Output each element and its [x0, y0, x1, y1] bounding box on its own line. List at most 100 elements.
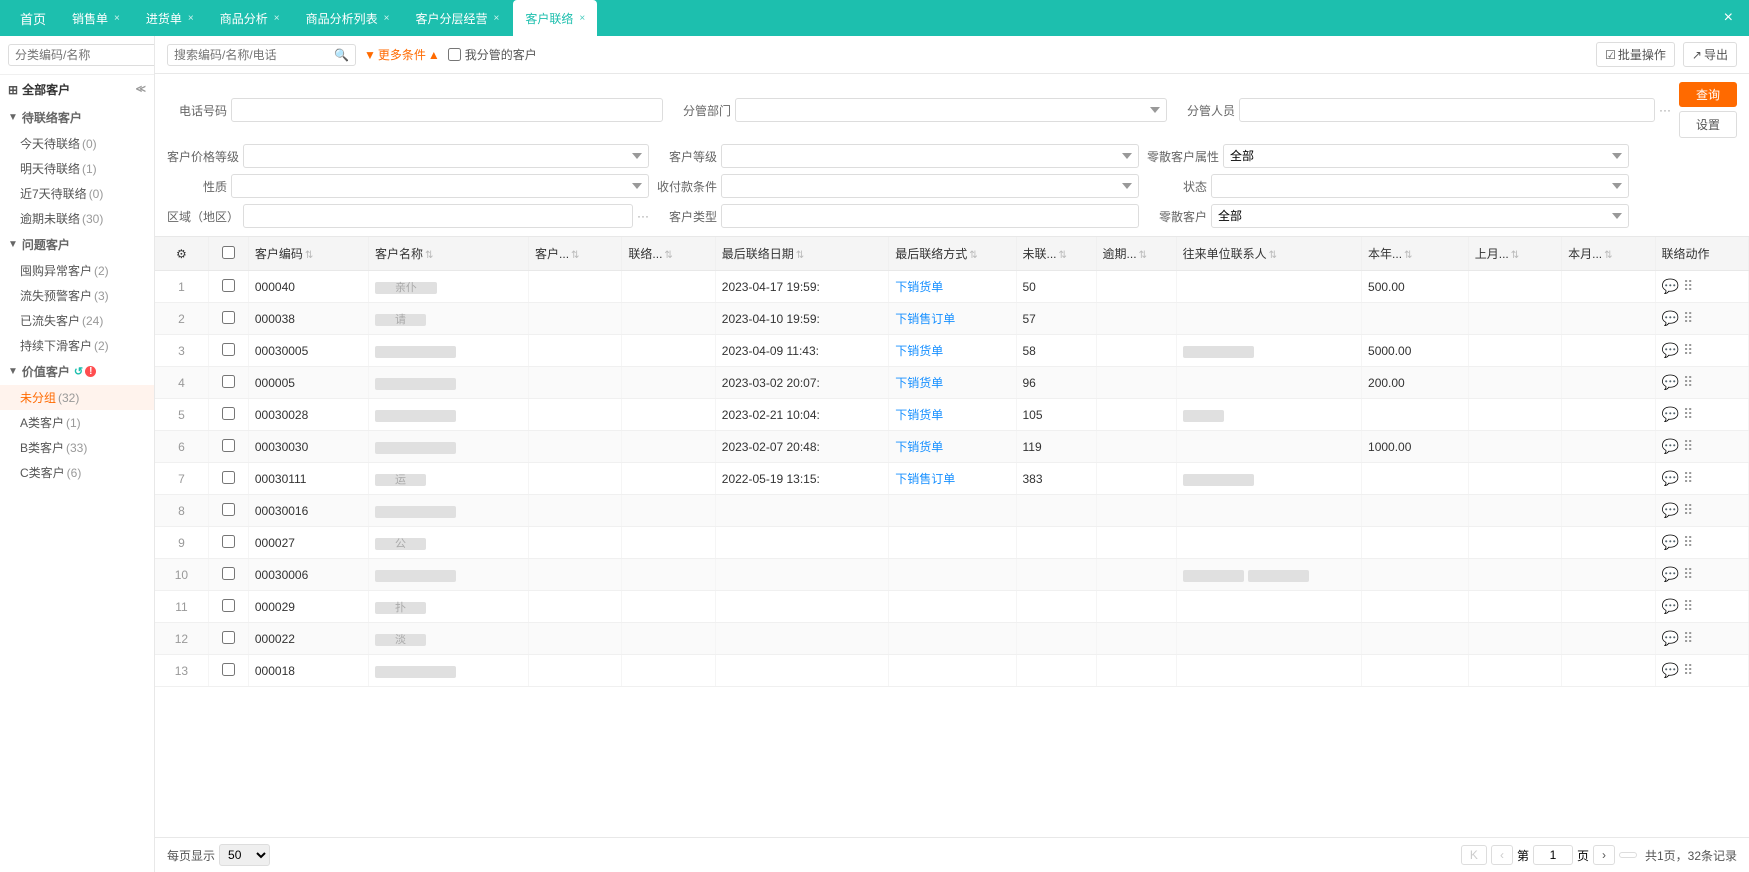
more-action-icon[interactable]: ⠿	[1683, 630, 1693, 647]
cell-lastway[interactable]	[889, 655, 1016, 687]
close-sales-tab[interactable]: ×	[114, 13, 120, 24]
sidebar-item-7days[interactable]: 近7天待联络 (0)	[0, 181, 154, 206]
th-settings[interactable]: ⚙	[155, 237, 208, 271]
refresh-icon[interactable]: ↺	[74, 365, 83, 378]
row-checkbox[interactable]	[222, 311, 235, 324]
close-customer-layer-tab[interactable]: ×	[493, 13, 499, 24]
sidebar-item-c[interactable]: C类客户 (6)	[0, 460, 154, 485]
page-number-input[interactable]	[1533, 845, 1573, 865]
next-page-btn[interactable]: ›	[1593, 845, 1615, 865]
chat-action-icon[interactable]: 💬	[1662, 566, 1679, 583]
cell-check[interactable]	[208, 303, 248, 335]
prev-page-btn[interactable]: ‹	[1491, 845, 1513, 865]
more-action-icon[interactable]: ⠿	[1683, 470, 1693, 487]
sidebar-search-input[interactable]	[8, 44, 155, 66]
cell-check[interactable]	[208, 591, 248, 623]
last-way-link[interactable]: 下销货单	[895, 344, 943, 358]
customer-type-input[interactable]	[721, 204, 1139, 228]
chat-action-icon[interactable]: 💬	[1662, 342, 1679, 359]
cell-check[interactable]	[208, 367, 248, 399]
nav-tab-customer-contact[interactable]: 客户联络 ×	[513, 0, 597, 36]
sidebar-item-a[interactable]: A类客户 (1)	[0, 410, 154, 435]
row-checkbox[interactable]	[222, 663, 235, 676]
my-customers-checkbox[interactable]	[448, 48, 461, 61]
phone-input[interactable]	[231, 98, 663, 122]
cell-lastway[interactable]	[889, 559, 1016, 591]
cell-check[interactable]	[208, 623, 248, 655]
cell-lastway[interactable]: 下销货单	[889, 271, 1016, 303]
sidebar-group-value[interactable]: ▼ 价值客户 ↺ !	[0, 358, 154, 385]
cell-check[interactable]	[208, 527, 248, 559]
dept-select[interactable]	[735, 98, 1167, 122]
sidebar-item-overdue[interactable]: 逾期未联络 (30)	[0, 206, 154, 231]
more-action-icon[interactable]: ⠿	[1683, 278, 1693, 295]
close-customer-contact-tab[interactable]: ×	[579, 13, 585, 24]
sidebar-item-abnormal[interactable]: 囤购异常客户 (2)	[0, 258, 154, 283]
row-checkbox[interactable]	[222, 535, 235, 548]
more-action-icon[interactable]: ⠿	[1683, 662, 1693, 679]
region-dots[interactable]: ···	[637, 209, 649, 223]
status-select[interactable]	[1211, 174, 1629, 198]
chat-action-icon[interactable]: 💬	[1662, 438, 1679, 455]
row-checkbox[interactable]	[222, 279, 235, 292]
close-product-list-tab[interactable]: ×	[384, 13, 390, 24]
more-action-icon[interactable]: ⠿	[1683, 502, 1693, 519]
cell-lastway[interactable]: 下销售订单	[889, 463, 1016, 495]
payment-select[interactable]	[721, 174, 1139, 198]
row-checkbox[interactable]	[222, 439, 235, 452]
cell-lastway[interactable]	[889, 623, 1016, 655]
cell-check[interactable]	[208, 463, 248, 495]
last-way-link[interactable]: 下销货单	[895, 376, 943, 390]
nav-tab-customer-layer[interactable]: 客户分层经营 ×	[403, 0, 511, 36]
nav-tab-sales[interactable]: 销售单 ×	[60, 0, 132, 36]
first-page-btn[interactable]: K	[1461, 845, 1487, 865]
chat-action-icon[interactable]: 💬	[1662, 278, 1679, 295]
chat-action-icon[interactable]: 💬	[1662, 534, 1679, 551]
attr-select[interactable]: 全部	[1223, 144, 1629, 168]
nav-home[interactable]: 首页	[8, 9, 58, 28]
filter-search-icon[interactable]: 🔍	[334, 48, 349, 62]
row-checkbox[interactable]	[222, 343, 235, 356]
sidebar-item-b[interactable]: B类客户 (33)	[0, 435, 154, 460]
cell-check[interactable]	[208, 431, 248, 463]
close-purchase-tab[interactable]: ×	[188, 13, 194, 24]
cell-lastway[interactable]: 下销货单	[889, 335, 1016, 367]
row-checkbox[interactable]	[222, 599, 235, 612]
chat-action-icon[interactable]: 💬	[1662, 598, 1679, 615]
nav-tab-purchase[interactable]: 进货单 ×	[134, 0, 206, 36]
nature-select[interactable]	[231, 174, 649, 198]
last-way-link[interactable]: 下销货单	[895, 440, 943, 454]
last-way-link[interactable]: 下销售订单	[895, 312, 955, 326]
manager-input[interactable]	[1239, 98, 1655, 122]
more-action-icon[interactable]: ⠿	[1683, 342, 1693, 359]
sidebar-item-declining[interactable]: 持续下滑客户 (2)	[0, 333, 154, 358]
query-btn[interactable]: 查询	[1679, 82, 1737, 107]
sidebar-group-pending[interactable]: ▼ 待联络客户	[0, 104, 154, 131]
cell-check[interactable]	[208, 399, 248, 431]
filter-more-btn[interactable]: ▼ 更多条件 ▲	[364, 46, 440, 63]
sidebar-item-warning[interactable]: 流失预警客户 (3)	[0, 283, 154, 308]
cell-check[interactable]	[208, 495, 248, 527]
loose-select[interactable]: 全部	[1211, 204, 1629, 228]
select-all-checkbox[interactable]	[222, 246, 235, 259]
cell-lastway[interactable]: 下销售订单	[889, 303, 1016, 335]
cell-lastway[interactable]: 下销货单	[889, 431, 1016, 463]
row-checkbox[interactable]	[222, 407, 235, 420]
cell-lastway[interactable]: 下销货单	[889, 367, 1016, 399]
cell-check[interactable]	[208, 559, 248, 591]
sidebar-item-lost[interactable]: 已流失客户 (24)	[0, 308, 154, 333]
row-checkbox[interactable]	[222, 375, 235, 388]
sidebar-item-tomorrow[interactable]: 明天待联络 (1)	[0, 156, 154, 181]
nav-tab-product-list[interactable]: 商品分析列表 ×	[294, 0, 402, 36]
chat-action-icon[interactable]: 💬	[1662, 374, 1679, 391]
export-btn[interactable]: ↗ 导出	[1683, 42, 1737, 67]
cell-check[interactable]	[208, 335, 248, 367]
row-checkbox[interactable]	[222, 567, 235, 580]
more-action-icon[interactable]: ⠿	[1683, 566, 1693, 583]
nav-tab-product[interactable]: 商品分析 ×	[208, 0, 292, 36]
more-action-icon[interactable]: ⠿	[1683, 534, 1693, 551]
chat-action-icon[interactable]: 💬	[1662, 630, 1679, 647]
chat-action-icon[interactable]: 💬	[1662, 502, 1679, 519]
close-all-tabs[interactable]: ×	[1716, 9, 1741, 27]
row-checkbox[interactable]	[222, 631, 235, 644]
